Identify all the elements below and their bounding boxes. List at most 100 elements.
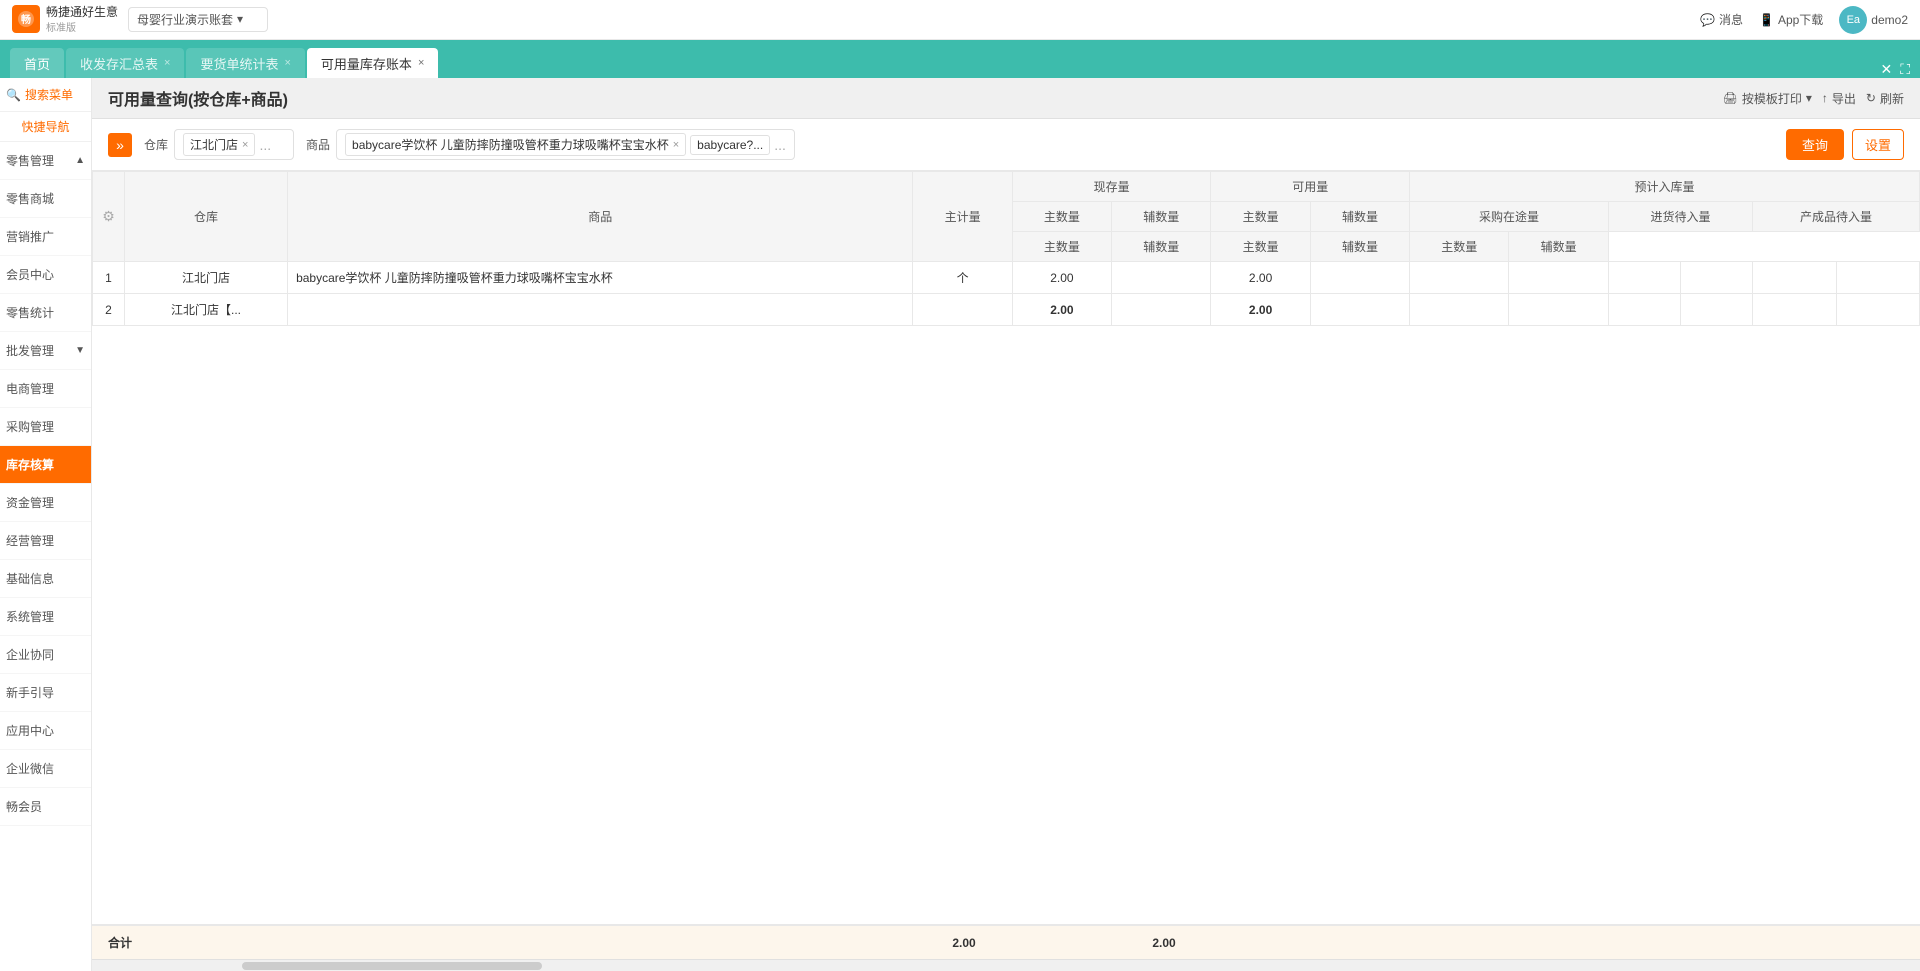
message-icon: 💬: [1700, 13, 1715, 27]
setting-button[interactable]: 设置: [1852, 129, 1904, 160]
warehouse-tag-remove[interactable]: ×: [242, 139, 248, 151]
tab-receipt[interactable]: 收发存汇总表 ×: [66, 48, 184, 78]
maximize-icon[interactable]: ⛶: [1900, 61, 1910, 78]
top-bar-right: 💬 消息 📱 App下载 Ea demo2: [1700, 6, 1908, 34]
warehouse-column-header: 仓库: [125, 172, 288, 262]
warehouse-filter-input[interactable]: 江北门店 × ...: [174, 129, 294, 160]
warehouse-more-indicator[interactable]: ...: [259, 137, 271, 153]
tab-inventory[interactable]: 可用量库存账本 ×: [307, 48, 438, 78]
sidebar-item-ops[interactable]: 经营管理: [0, 522, 91, 560]
product-tag-1-remove[interactable]: ×: [673, 139, 679, 151]
sidebar-item-label: 零售管理: [6, 152, 54, 169]
export-button[interactable]: ↑ 导出: [1822, 90, 1856, 107]
stock-aux-header: 辅数量: [1112, 202, 1211, 232]
sidebar-item-basic-info[interactable]: 基础信息: [0, 560, 91, 598]
logo-area: 畅 畅捷通好生意 标准版: [12, 5, 118, 34]
row-finished-main: [1753, 262, 1836, 294]
row-avail-main: 2.00: [1211, 294, 1310, 326]
settings-column-header: ⚙: [93, 172, 125, 262]
unit-column-header: 主计量: [913, 172, 1012, 262]
finished-aux-header: 辅数量: [1509, 232, 1608, 262]
product-column-header: 商品: [288, 172, 913, 262]
sidebar-item-label: 资金管理: [6, 494, 54, 511]
sidebar-item-retail-mgmt[interactable]: 零售管理 ▲: [0, 142, 91, 180]
filter-toggle-button[interactable]: »: [108, 133, 132, 157]
sidebar-item-label: 企业协同: [6, 646, 54, 663]
sidebar-item-label: 电商管理: [6, 380, 54, 397]
tab-home[interactable]: 首页: [10, 48, 64, 78]
phone-icon: 📱: [1759, 13, 1774, 27]
sidebar-item-marketing[interactable]: 营销推广: [0, 218, 91, 256]
incoming-goods-header: 进货待入量: [1608, 202, 1752, 232]
sidebar-item-purchase[interactable]: 采购管理: [0, 408, 91, 446]
product-filter-input[interactable]: babycare学饮杯 儿童防摔防撞吸管杯重力球吸嘴杯宝宝水杯 × babyca…: [336, 129, 795, 160]
incoming-aux-header: 辅数量: [1310, 232, 1409, 262]
footer-label: 合计: [108, 934, 148, 951]
sidebar-item-label: 经营管理: [6, 532, 54, 549]
row-purchase-aux: [1509, 294, 1608, 326]
tab-inventory-label: 可用量库存账本: [321, 54, 412, 73]
row-avail-aux: [1310, 262, 1409, 294]
finished-main-header: 主数量: [1410, 232, 1509, 262]
sidebar-item-vip-member[interactable]: 畅会员: [0, 788, 91, 826]
sidebar-item-retail-stats[interactable]: 零售统计: [0, 294, 91, 332]
sidebar-item-wholesale-mgmt[interactable]: 批发管理 ▼: [0, 332, 91, 370]
close-window-icon[interactable]: ✕: [1880, 61, 1892, 78]
sidebar-item-system[interactable]: 系统管理: [0, 598, 91, 636]
refresh-button[interactable]: ↻ 刷新: [1866, 90, 1904, 107]
product-tag-2: babycare?...: [690, 135, 770, 155]
sidebar-item-inventory-check[interactable]: 库存核算: [0, 446, 91, 484]
sidebar-item-new-guide[interactable]: 新手引导: [0, 674, 91, 712]
row-index: 2: [93, 294, 125, 326]
sidebar-item-app-center[interactable]: 应用中心: [0, 712, 91, 750]
tab-inventory-close[interactable]: ×: [418, 57, 424, 69]
filter-bar: » 仓库 江北门店 × ... 商品 babycare学饮杯 儿童防摔防撞吸管杯…: [92, 119, 1920, 171]
query-button[interactable]: 查询: [1786, 129, 1844, 160]
tab-bar-right-controls: ✕ ⛶: [1880, 61, 1910, 78]
template-print-button[interactable]: 🖨 按模板打印 ▾: [1723, 90, 1812, 107]
horizontal-scrollbar[interactable]: [92, 959, 1920, 971]
row-finished-aux: [1836, 294, 1919, 326]
row-stock-main: 2.00: [1012, 262, 1111, 294]
page-title: 可用量查询(按仓库+商品): [108, 86, 288, 110]
sidebar-item-label: 营销推广: [6, 228, 54, 245]
product-more-indicator[interactable]: ...: [774, 137, 786, 153]
chevron-down-small-icon: ▾: [1806, 91, 1812, 105]
row-product: babycare学饮杯 儿童防摔防撞吸管杯重力球吸嘴杯宝宝水杯: [288, 262, 913, 294]
export-icon: ↑: [1822, 91, 1828, 105]
row-warehouse: 江北门店: [125, 262, 288, 294]
tab-order-close[interactable]: ×: [284, 57, 290, 69]
sidebar-item-member-center[interactable]: 会员中心: [0, 256, 91, 294]
row-incoming-aux: [1680, 262, 1752, 294]
top-bar-left: 畅 畅捷通好生意 标准版 母婴行业演示账套 ▾: [12, 5, 268, 34]
page-header-actions: 🖨 按模板打印 ▾ ↑ 导出 ↻ 刷新: [1723, 90, 1904, 107]
sidebar-item-retail-mall[interactable]: 零售商城: [0, 180, 91, 218]
row-unit: 个: [913, 262, 1012, 294]
tab-receipt-close[interactable]: ×: [164, 57, 170, 69]
sidebar-search-button[interactable]: 🔍 搜索菜单: [0, 78, 91, 112]
sidebar-item-label: 新手引导: [6, 684, 54, 701]
tab-order[interactable]: 要货单统计表 ×: [186, 48, 304, 78]
row-avail-main: 2.00: [1211, 262, 1310, 294]
warehouse-filter-group: 仓库 江北门店 × ...: [144, 129, 294, 160]
message-button[interactable]: 💬 消息: [1700, 11, 1743, 28]
sidebar-item-enterprise-wechat[interactable]: 企业微信: [0, 750, 91, 788]
sidebar-search-label: 搜索菜单: [25, 86, 73, 103]
user-profile[interactable]: Ea demo2: [1839, 6, 1908, 34]
logo-subtitle: 标准版: [46, 19, 118, 34]
sidebar-item-ecommerce[interactable]: 电商管理: [0, 370, 91, 408]
stock-main-header: 主数量: [1012, 202, 1111, 232]
industry-selector[interactable]: 母婴行业演示账套 ▾: [128, 7, 268, 32]
row-finished-aux: [1836, 262, 1919, 294]
avail-main-header: 主数量: [1211, 202, 1310, 232]
row-product: [288, 294, 913, 326]
user-name: demo2: [1871, 13, 1908, 27]
scrollbar-thumb[interactable]: [242, 962, 542, 970]
avail-aux-header: 辅数量: [1310, 202, 1409, 232]
sidebar-item-finance[interactable]: 资金管理: [0, 484, 91, 522]
sidebar-quick-nav[interactable]: 快捷导航: [0, 112, 91, 142]
app-download-button[interactable]: 📱 App下载: [1759, 11, 1823, 28]
settings-gear-icon[interactable]: ⚙: [102, 208, 115, 224]
sidebar-item-enterprise[interactable]: 企业协同: [0, 636, 91, 674]
search-icon: 🔍: [6, 88, 21, 102]
